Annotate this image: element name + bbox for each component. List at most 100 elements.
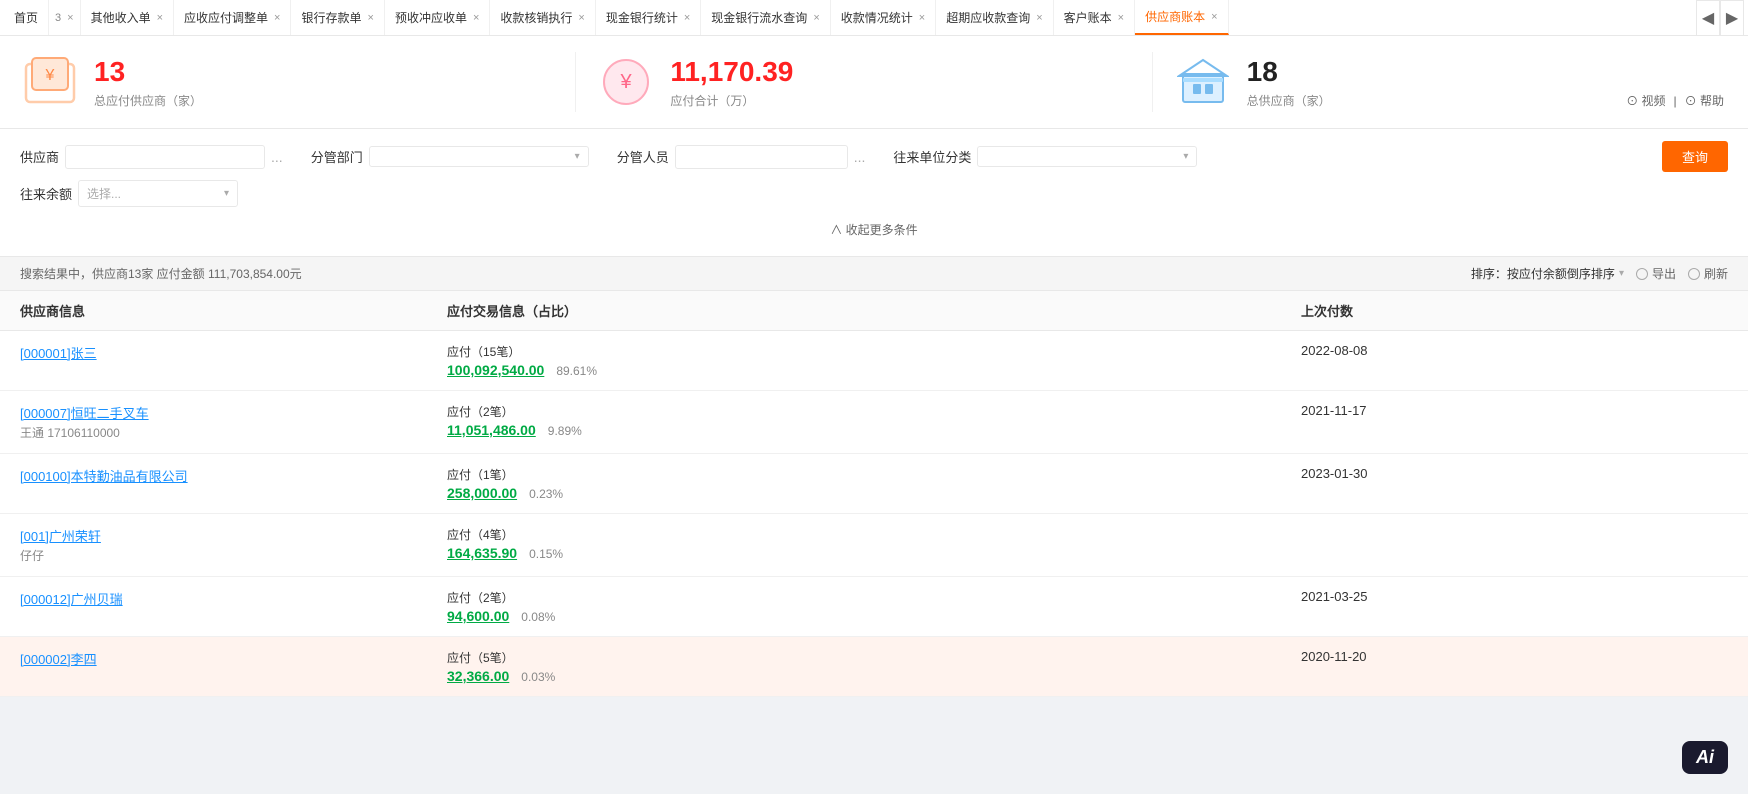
nav-close-collect-stat[interactable]: × [919,12,925,24]
nav-item-cash-bank-flow[interactable]: 现金银行流水查询 × [701,0,830,35]
summary-card2-label: 应付合计（万） [670,92,1131,109]
video-link[interactable]: ⊙ 视频 [1626,92,1665,109]
export-button[interactable]: 导出 [1636,265,1676,282]
nav-label-other-income: 其他收入单 [91,9,151,26]
nav-item-other-income[interactable]: 其他收入单 × [81,0,174,35]
nav-item-home[interactable]: 首页 [4,0,49,35]
nav-item-supplier-account[interactable]: 供应商账本 × [1135,0,1228,35]
table-header: 供应商信息 应付交易信息（占比） 上次付数 [0,291,1748,331]
amount-icon: ¥ [596,52,656,112]
nav-close-customer-account[interactable]: × [1118,12,1124,24]
nav-label-customer-account: 客户账本 [1064,9,1112,26]
summary-card-amount: ¥ 11,170.39 应付合计（万） [575,52,1151,112]
pay-amount-1[interactable]: 100,092,540.00 [447,362,544,378]
nav-item-overdue-query[interactable]: 超期应收款查询 × [936,0,1053,35]
person-input[interactable] [675,145,848,169]
person-dots[interactable]: ... [854,149,866,165]
sort-dropdown[interactable]: 排序：按应付余额倒序排序 ▾ [1471,265,1624,282]
refresh-button[interactable]: 刷新 [1688,265,1728,282]
supplier-link-1[interactable]: [000001]张三 [20,346,97,361]
store-icon [1173,52,1233,112]
nav-prev-button[interactable]: ◀ [1696,0,1720,36]
pay-info-6: 应付（5笔） 32,366.00 0.03% [447,649,1301,684]
nav-close-cash-bank-stat[interactable]: × [684,12,690,24]
pay-amount-6[interactable]: 32,366.00 [447,668,509,684]
supplier-dots[interactable]: ... [271,149,283,165]
nav-close-advance-charge[interactable]: × [473,12,479,24]
nav-close-overdue-query[interactable]: × [1036,12,1042,24]
dept-dropdown[interactable]: ▾ [369,146,589,167]
export-label: 导出 [1652,265,1676,282]
pay-amount-5[interactable]: 94,600.00 [447,608,509,624]
last-pay-2: 2021-11-17 [1301,403,1728,418]
summary-card3-number: 18 [1247,55,1708,89]
nav-label-bank-deposit: 银行存款单 [301,9,361,26]
nav-next-button[interactable]: ▶ [1720,0,1744,36]
pay-amount-3[interactable]: 258,000.00 [447,485,517,501]
supplier-link-2[interactable]: [000007]恒旺二手叉车 [20,406,149,421]
col-header-supplier: 供应商信息 [20,301,447,320]
category-label: 往来单位分类 [893,147,971,166]
last-pay-date-5: 2021-03-25 [1301,589,1368,604]
nav-item-customer-account[interactable]: 客户账本 × [1054,0,1135,35]
nav-close-ap-adjust[interactable]: × [274,12,280,24]
pay-row-6: 32,366.00 0.03% [447,666,1301,684]
supplier-link-5[interactable]: [000012]广州贝瑞 [20,592,123,607]
sort-label: 排序：按应付余额倒序排序 [1471,265,1615,282]
table-row: [001]广州荣轩 仔仔 应付（4笔） 164,635.90 0.15% [0,514,1748,577]
refresh-circle-icon [1688,268,1700,280]
nav-item-cash-bank-stat[interactable]: 现金银行统计 × [596,0,701,35]
table-section: 供应商信息 应付交易信息（占比） 上次付数 [000001]张三 应付（15笔）… [0,291,1748,697]
nav-close-collect-verify[interactable]: × [578,12,584,24]
nav-close-other-income[interactable]: × [157,12,163,24]
refresh-label: 刷新 [1704,265,1728,282]
summary-card2-content: 11,170.39 应付合计（万） [670,55,1131,110]
nav-item-advance-charge[interactable]: 预收冲应收单 × [385,0,490,35]
nav-item-bank-deposit[interactable]: 银行存款单 × [291,0,384,35]
supplier-icon: ¥ [20,52,80,112]
filter-row-1: 供应商 ... 分管部门 ▾ 分管人员 ... 往来单位分类 [20,141,1728,172]
nav-item-collect-verify[interactable]: 收款核销执行 × [490,0,595,35]
supplier-link-4[interactable]: [001]广州荣轩 [20,529,101,544]
nav-close-bank-deposit[interactable]: × [368,12,374,24]
result-bar: 搜索结果中，供应商13家 应付金额 111,703,854.00元 排序：按应付… [0,257,1748,291]
summary-card-suppliers: ¥ 13 总应付供应商（家） [20,52,575,112]
collapse-label: ∧ 收起更多条件 [830,223,917,237]
nav-item-collect-stat[interactable]: 收款情况统计 × [831,0,936,35]
nav-close-supplier-account[interactable]: × [1211,11,1217,23]
pay-percent-1: 89.61% [556,364,597,378]
pay-label-2: 应付（2笔） [447,403,1301,420]
supplier-input[interactable] [65,145,265,169]
nav-close-cash-bank-flow[interactable]: × [813,12,819,24]
summary-card1-label: 总应付供应商（家） [94,92,555,109]
supplier-sub-4: 仔仔 [20,547,447,564]
supplier-link-3[interactable]: [000100]本特勤油品有限公司 [20,469,188,484]
last-pay-date-1: 2022-08-08 [1301,343,1368,358]
pay-amount-4[interactable]: 164,635.90 [447,545,517,561]
balance-value: 选择... [87,185,121,202]
supplier-link-6[interactable]: [000002]李四 [20,652,97,667]
nav-item-ap-adjust[interactable]: 应收应付调整单 × [174,0,291,35]
summary-card1-number: 13 [94,55,555,89]
pay-row-2: 11,051,486.00 9.89% [447,420,1301,438]
last-pay-date-6: 2020-11-20 [1301,649,1367,664]
query-button[interactable]: 查询 [1662,141,1728,172]
col-header-payable: 应付交易信息（占比） [447,301,1301,320]
pay-label-1: 应付（15笔） [447,343,1301,360]
pay-info-5: 应付（2笔） 94,600.00 0.08% [447,589,1301,624]
balance-dropdown[interactable]: 选择... ▾ [78,180,238,207]
pay-row-5: 94,600.00 0.08% [447,606,1301,624]
nav-item-tab1[interactable]: 3 × [49,0,81,35]
pay-amount-2[interactable]: 11,051,486.00 [447,422,536,438]
supplier-label: 供应商 [20,147,59,166]
nav-close-tab1[interactable]: × [67,12,73,24]
svg-text:¥: ¥ [620,71,633,93]
help-link[interactable]: ⊙ 帮助 [1685,92,1724,109]
table-row: [000100]本特勤油品有限公司 应付（1笔） 258,000.00 0.23… [0,454,1748,514]
summary-card1-content: 13 总应付供应商（家） [94,55,555,110]
collapse-bar[interactable]: ∧ 收起更多条件 [20,215,1728,244]
category-dropdown[interactable]: ▾ [977,146,1197,167]
supplier-info-6: [000002]李四 [20,649,447,668]
ai-badge[interactable]: Ai [1682,741,1728,774]
nav-label-tab1: 3 [55,12,61,24]
